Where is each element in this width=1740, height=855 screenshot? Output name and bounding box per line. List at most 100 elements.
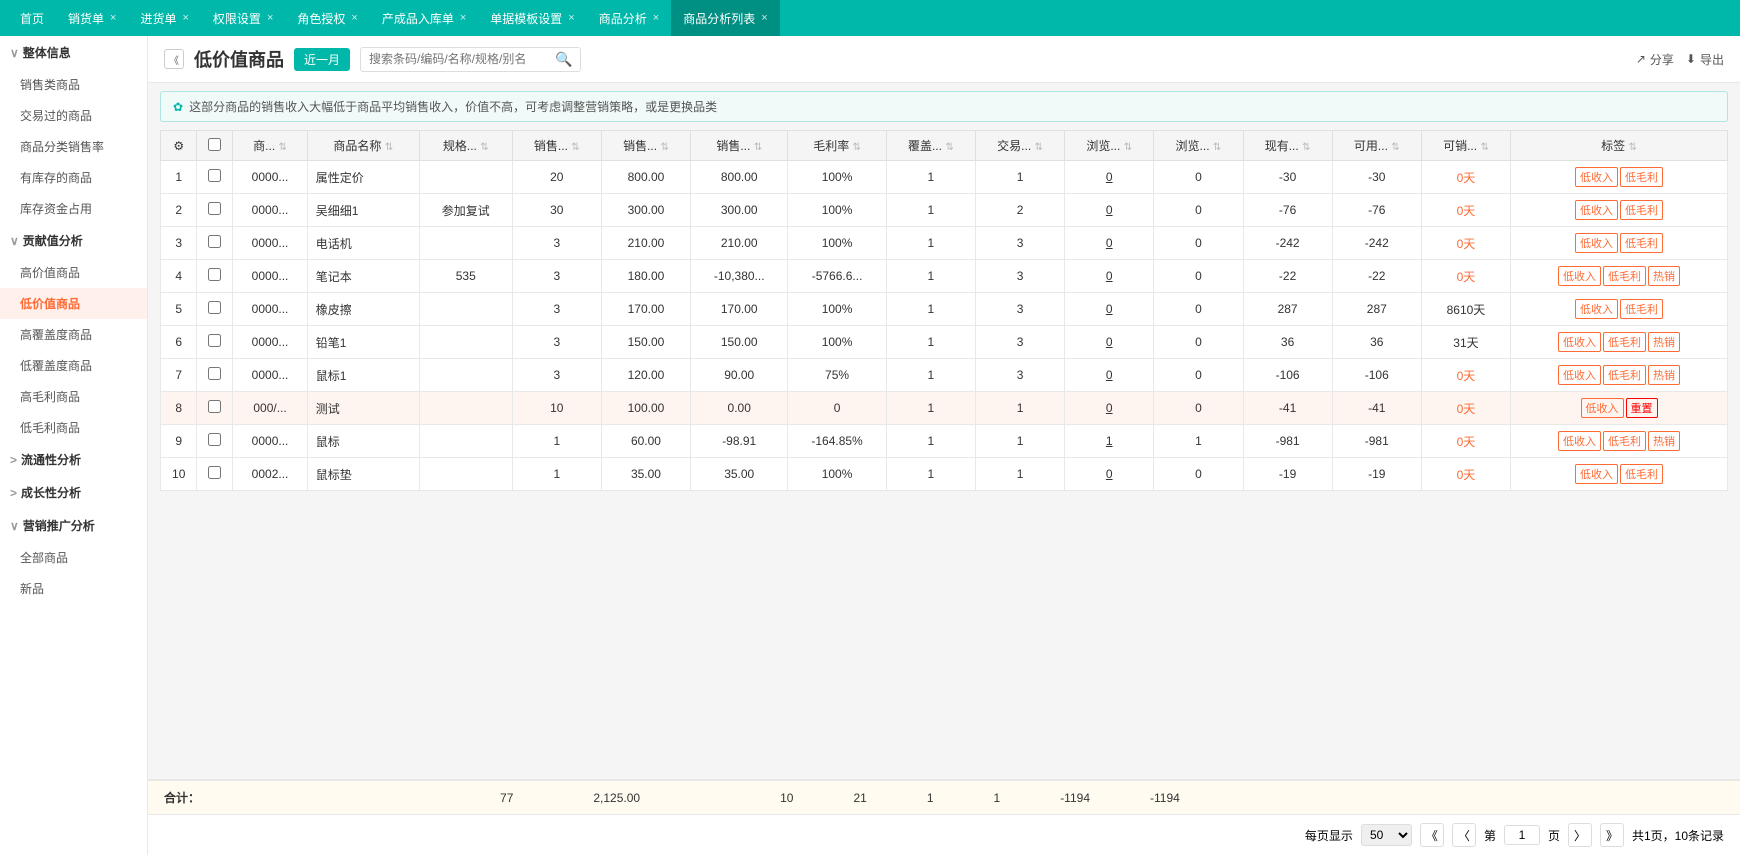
cell-browse1[interactable]: 0 bbox=[1065, 227, 1154, 260]
cell-name[interactable]: 橡皮擦 bbox=[307, 293, 419, 326]
cell-name[interactable]: 电话机 bbox=[307, 227, 419, 260]
sidebar-item-new-products[interactable]: 新品 bbox=[0, 573, 147, 604]
cell-browse1[interactable]: 0 bbox=[1065, 458, 1154, 491]
cell-name[interactable]: 鼠标垫 bbox=[307, 458, 419, 491]
close-icon[interactable]: × bbox=[653, 12, 659, 24]
close-icon[interactable]: × bbox=[351, 12, 357, 24]
nav-permissions[interactable]: 权限设置 × bbox=[201, 0, 285, 36]
cell-name[interactable]: 鼠标1 bbox=[307, 359, 419, 392]
nav-product-in[interactable]: 产成品入库单 × bbox=[370, 0, 478, 36]
th-name[interactable]: 商品名称 ⇅ bbox=[307, 131, 419, 161]
cell-checkbox[interactable] bbox=[197, 392, 233, 425]
th-amount[interactable]: 销售... ⇅ bbox=[691, 131, 788, 161]
close-icon[interactable]: × bbox=[182, 12, 188, 24]
cell-name[interactable]: 测试 bbox=[307, 392, 419, 425]
row-checkbox[interactable] bbox=[208, 334, 221, 347]
row-checkbox[interactable] bbox=[208, 202, 221, 215]
sidebar-group-overall[interactable]: ∨ 整体信息 bbox=[0, 36, 147, 69]
export-button[interactable]: ⬇ 导出 bbox=[1686, 51, 1724, 68]
sidebar-item-low-coverage[interactable]: 低覆盖度商品 bbox=[0, 350, 147, 381]
cell-checkbox[interactable] bbox=[197, 425, 233, 458]
th-trade[interactable]: 交易... ⇅ bbox=[975, 131, 1064, 161]
th-cover[interactable]: 覆盖... ⇅ bbox=[886, 131, 975, 161]
close-icon[interactable]: × bbox=[460, 12, 466, 24]
sidebar-group-growth[interactable]: > 成长性分析 bbox=[0, 476, 147, 509]
sidebar-item-high-coverage[interactable]: 高覆盖度商品 bbox=[0, 319, 147, 350]
row-checkbox[interactable] bbox=[208, 466, 221, 479]
th-settings[interactable]: ⚙ bbox=[161, 131, 197, 161]
nav-product-analysis[interactable]: 商品分析 × bbox=[587, 0, 671, 36]
table-container[interactable]: ⚙ 商... ⇅ 商品名称 ⇅ 规格... ⇅ 销售... ⇅ 销售... ⇅ … bbox=[160, 130, 1728, 779]
row-checkbox[interactable] bbox=[208, 235, 221, 248]
row-checkbox[interactable] bbox=[208, 169, 221, 182]
cell-browse1[interactable]: 0 bbox=[1065, 194, 1154, 227]
period-button[interactable]: 近一月 bbox=[294, 48, 350, 71]
sidebar-item-high-profit[interactable]: 高毛利商品 bbox=[0, 381, 147, 412]
cell-browse1[interactable]: 1 bbox=[1065, 425, 1154, 458]
cell-browse1[interactable]: 0 bbox=[1065, 161, 1154, 194]
last-page-button[interactable]: 》 bbox=[1600, 823, 1624, 847]
close-icon[interactable]: × bbox=[267, 12, 273, 24]
cell-checkbox[interactable] bbox=[197, 227, 233, 260]
cell-name[interactable]: 铅笔1 bbox=[307, 326, 419, 359]
select-all-checkbox[interactable] bbox=[208, 138, 221, 151]
nav-purchase[interactable]: 进货单 × bbox=[128, 0, 200, 36]
per-page-select[interactable]: 50 20 100 bbox=[1361, 824, 1412, 846]
th-browse1[interactable]: 浏览... ⇅ bbox=[1065, 131, 1154, 161]
first-page-button[interactable]: 《 bbox=[1420, 823, 1444, 847]
row-checkbox[interactable] bbox=[208, 433, 221, 446]
cell-checkbox[interactable] bbox=[197, 260, 233, 293]
sidebar-group-marketing[interactable]: ∨ 营销推广分析 bbox=[0, 509, 147, 542]
sidebar-item-traded[interactable]: 交易过的商品 bbox=[0, 100, 147, 131]
nav-home[interactable]: 首页 bbox=[8, 0, 56, 36]
th-avail[interactable]: 可用... ⇅ bbox=[1332, 131, 1421, 161]
th-days[interactable]: 可销... ⇅ bbox=[1421, 131, 1510, 161]
search-icon[interactable]: 🔍 bbox=[555, 51, 572, 68]
row-checkbox[interactable] bbox=[208, 400, 221, 413]
row-checkbox[interactable] bbox=[208, 301, 221, 314]
cell-checkbox[interactable] bbox=[197, 293, 233, 326]
cell-browse1[interactable]: 0 bbox=[1065, 359, 1154, 392]
close-icon[interactable]: × bbox=[761, 12, 767, 24]
nav-product-list[interactable]: 商品分析列表 × bbox=[671, 0, 779, 36]
cell-name[interactable]: 鼠标 bbox=[307, 425, 419, 458]
sidebar-item-low-profit[interactable]: 低毛利商品 bbox=[0, 412, 147, 443]
sidebar-item-high-value[interactable]: 高价值商品 bbox=[0, 257, 147, 288]
cell-browse1[interactable]: 0 bbox=[1065, 260, 1154, 293]
cell-name[interactable]: 吴细细1 bbox=[307, 194, 419, 227]
row-checkbox[interactable] bbox=[208, 268, 221, 281]
th-tags[interactable]: 标签 ⇅ bbox=[1511, 131, 1728, 161]
cell-checkbox[interactable] bbox=[197, 326, 233, 359]
th-qty[interactable]: 销售... ⇅ bbox=[512, 131, 601, 161]
cell-name[interactable]: 笔记本 bbox=[307, 260, 419, 293]
nav-sales[interactable]: 销货单 × bbox=[56, 0, 128, 36]
cell-browse1[interactable]: 0 bbox=[1065, 326, 1154, 359]
sidebar-item-low-value[interactable]: 低价值商品 bbox=[0, 288, 147, 319]
th-browse2[interactable]: 浏览... ⇅ bbox=[1154, 131, 1243, 161]
th-price[interactable]: 销售... ⇅ bbox=[601, 131, 690, 161]
th-checkbox[interactable] bbox=[197, 131, 233, 161]
th-code[interactable]: 商... ⇅ bbox=[233, 131, 307, 161]
prev-page-button[interactable]: 〈 bbox=[1452, 823, 1476, 847]
cell-checkbox[interactable] bbox=[197, 161, 233, 194]
sidebar-item-capital[interactable]: 库存资金占用 bbox=[0, 193, 147, 224]
search-input[interactable] bbox=[369, 52, 549, 66]
th-gross[interactable]: 毛利率 ⇅ bbox=[788, 131, 886, 161]
share-button[interactable]: ↗ 分享 bbox=[1636, 51, 1674, 68]
sidebar-item-all-products[interactable]: 全部商品 bbox=[0, 542, 147, 573]
nav-template[interactable]: 单据模板设置 × bbox=[478, 0, 586, 36]
sidebar-group-liquidity[interactable]: > 流通性分析 bbox=[0, 443, 147, 476]
row-checkbox[interactable] bbox=[208, 367, 221, 380]
nav-roles[interactable]: 角色授权 × bbox=[285, 0, 369, 36]
cell-checkbox[interactable] bbox=[197, 194, 233, 227]
next-page-button[interactable]: 〉 bbox=[1568, 823, 1592, 847]
cell-name[interactable]: 属性定价 bbox=[307, 161, 419, 194]
th-stock[interactable]: 现有... ⇅ bbox=[1243, 131, 1332, 161]
th-spec[interactable]: 规格... ⇅ bbox=[419, 131, 512, 161]
cell-browse1[interactable]: 0 bbox=[1065, 293, 1154, 326]
sidebar-group-contribution[interactable]: ∨ 贡献值分析 bbox=[0, 224, 147, 257]
sidebar-item-category-rate[interactable]: 商品分类销售率 bbox=[0, 131, 147, 162]
page-input[interactable] bbox=[1504, 825, 1540, 845]
cell-checkbox[interactable] bbox=[197, 458, 233, 491]
sidebar-item-sales-products[interactable]: 销售类商品 bbox=[0, 69, 147, 100]
